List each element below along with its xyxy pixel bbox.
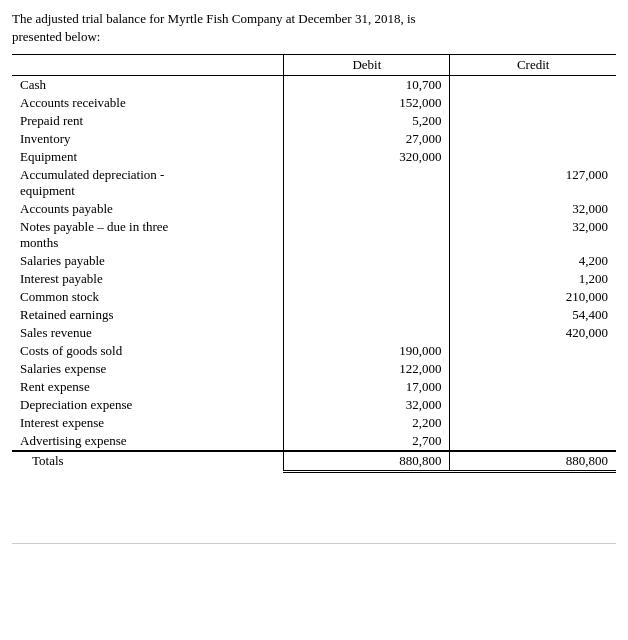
table-row: Accounts payable 32,000: [12, 200, 616, 218]
credit-value: [450, 342, 616, 360]
intro-text: The adjusted trial balance for Myrtle Fi…: [12, 10, 616, 46]
credit-value: [450, 112, 616, 130]
debit-value: [284, 288, 450, 306]
account-name: Common stock: [12, 288, 284, 306]
credit-value: 127,000: [450, 166, 616, 200]
credit-value: [450, 378, 616, 396]
credit-value: 32,000: [450, 218, 616, 252]
account-name: Rent expense: [12, 378, 284, 396]
account-name: Salaries expense: [12, 360, 284, 378]
table-row: Common stock 210,000: [12, 288, 616, 306]
table-header-row: Debit Credit: [12, 55, 616, 76]
debit-value: [284, 200, 450, 218]
table-row: Accounts receivable152,000: [12, 94, 616, 112]
account-name: Sales revenue: [12, 324, 284, 342]
table-row: Inventory27,000: [12, 130, 616, 148]
debit-value: 122,000: [284, 360, 450, 378]
table-row: Advertising expense2,700: [12, 432, 616, 451]
header-account: [12, 55, 284, 76]
account-name: Retained earnings: [12, 306, 284, 324]
totals-credit: 880,800: [450, 451, 616, 472]
debit-value: [284, 218, 450, 252]
account-name: Equipment: [12, 148, 284, 166]
debit-value: 17,000: [284, 378, 450, 396]
debit-value: [284, 306, 450, 324]
table-row: Interest payable 1,200: [12, 270, 616, 288]
table-row: Salaries expense122,000: [12, 360, 616, 378]
credit-value: [450, 130, 616, 148]
table-row: Equipment320,000: [12, 148, 616, 166]
table-row: Notes payable – due in threemonths 32,000: [12, 218, 616, 252]
account-name: Accounts payable: [12, 200, 284, 218]
account-name: Inventory: [12, 130, 284, 148]
credit-value: [450, 432, 616, 451]
account-name: Salaries payable: [12, 252, 284, 270]
account-name: Interest expense: [12, 414, 284, 432]
trial-balance-table: Debit Credit Cash10,700Accounts receivab…: [12, 54, 616, 473]
credit-value: [450, 360, 616, 378]
totals-row: Totals 880,800 880,800: [12, 451, 616, 472]
account-name: Accumulated depreciation -equipment: [12, 166, 284, 200]
account-name: Prepaid rent: [12, 112, 284, 130]
intro-line1: The adjusted trial balance for Myrtle Fi…: [12, 11, 416, 26]
credit-value: 1,200: [450, 270, 616, 288]
credit-value: [450, 94, 616, 112]
debit-value: 152,000: [284, 94, 450, 112]
table-row: Interest expense2,200: [12, 414, 616, 432]
account-name: Depreciation expense: [12, 396, 284, 414]
debit-value: 10,700: [284, 76, 450, 95]
table-row: Retained earnings 54,400: [12, 306, 616, 324]
page-container: The adjusted trial balance for Myrtle Fi…: [0, 0, 628, 603]
debit-value: 2,200: [284, 414, 450, 432]
debit-value: 32,000: [284, 396, 450, 414]
account-name: Accounts receivable: [12, 94, 284, 112]
table-row: Salaries payable 4,200: [12, 252, 616, 270]
table-row: Sales revenue 420,000: [12, 324, 616, 342]
credit-value: [450, 76, 616, 95]
debit-value: 2,700: [284, 432, 450, 451]
debit-value: 5,200: [284, 112, 450, 130]
debit-value: 190,000: [284, 342, 450, 360]
table-row: Costs of goods sold190,000: [12, 342, 616, 360]
credit-value: 4,200: [450, 252, 616, 270]
totals-label: Totals: [12, 451, 284, 472]
debit-value: 27,000: [284, 130, 450, 148]
header-credit: Credit: [450, 55, 616, 76]
account-name: Advertising expense: [12, 432, 284, 451]
credit-value: 32,000: [450, 200, 616, 218]
footer-area: [12, 543, 616, 593]
account-name: Cash: [12, 76, 284, 95]
debit-value: [284, 166, 450, 200]
table-row: Depreciation expense32,000: [12, 396, 616, 414]
credit-value: [450, 148, 616, 166]
intro-line2: presented below:: [12, 29, 100, 44]
debit-value: 320,000: [284, 148, 450, 166]
credit-value: 420,000: [450, 324, 616, 342]
totals-debit: 880,800: [284, 451, 450, 472]
debit-value: [284, 252, 450, 270]
credit-value: 210,000: [450, 288, 616, 306]
account-name: Interest payable: [12, 270, 284, 288]
credit-value: 54,400: [450, 306, 616, 324]
table-row: Accumulated depreciation -equipment 127,0…: [12, 166, 616, 200]
debit-value: [284, 270, 450, 288]
table-row: Rent expense17,000: [12, 378, 616, 396]
bottom-spacer: [12, 473, 616, 533]
table-row: Cash10,700: [12, 76, 616, 95]
credit-value: [450, 414, 616, 432]
table-row: Prepaid rent5,200: [12, 112, 616, 130]
account-name: Notes payable – due in threemonths: [12, 218, 284, 252]
debit-value: [284, 324, 450, 342]
header-debit: Debit: [284, 55, 450, 76]
credit-value: [450, 396, 616, 414]
account-name: Costs of goods sold: [12, 342, 284, 360]
